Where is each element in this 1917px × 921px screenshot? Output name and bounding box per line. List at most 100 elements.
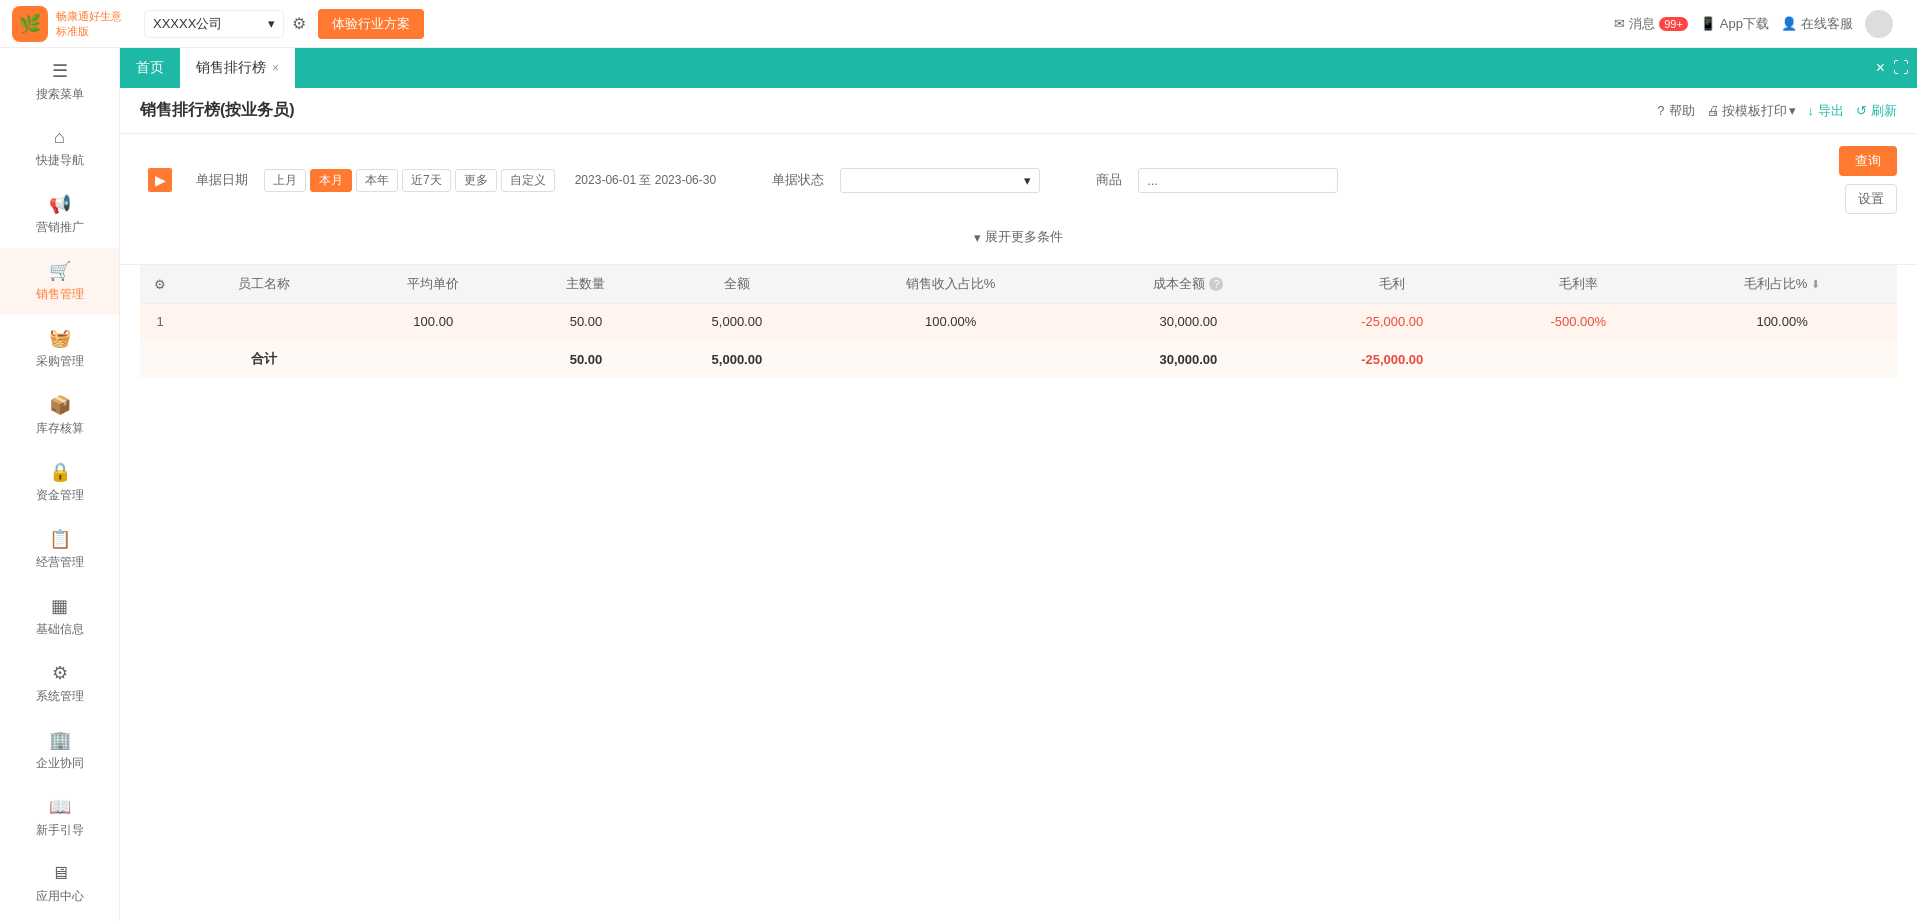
period-current-month[interactable]: 本月 bbox=[310, 169, 352, 192]
message-label: 消息 bbox=[1629, 15, 1655, 33]
template-print-label: 按模板打印 bbox=[1722, 102, 1787, 120]
row-avg-price: 100.00 bbox=[349, 304, 518, 340]
export-btn[interactable]: ↓ 导出 bbox=[1808, 102, 1845, 120]
message-btn[interactable]: ✉ 消息 99+ bbox=[1614, 15, 1688, 33]
goods-select[interactable]: ... bbox=[1138, 168, 1338, 193]
template-print-btn[interactable]: 🖨 按模板打印 ▾ bbox=[1707, 102, 1796, 120]
tab-home[interactable]: 首页 bbox=[120, 48, 180, 88]
sidebar-item-marketing[interactable]: 📢 营销推广 bbox=[0, 181, 119, 248]
row-qty: 50.00 bbox=[518, 304, 655, 340]
sidebar-item-label-system: 系统管理 bbox=[36, 688, 84, 705]
tab-bar: 首页 销售排行榜 × × ⛶ bbox=[120, 48, 1917, 88]
th-cost: 成本全额 ? bbox=[1082, 265, 1296, 304]
period-year[interactable]: 本年 bbox=[356, 169, 398, 192]
sidebar-item-label-sales: 销售管理 bbox=[36, 286, 84, 303]
inventory-icon: 📦 bbox=[49, 394, 71, 416]
logo-section: 🌿 畅康通好生意 标准版 bbox=[12, 6, 132, 42]
row-cost: 30,000.00 bbox=[1082, 304, 1296, 340]
gross-pct-sort-icon[interactable]: ⬇ bbox=[1811, 278, 1820, 291]
sidebar-item-quick-nav[interactable]: ⌂ 快捷导航 bbox=[0, 115, 119, 181]
period-more[interactable]: 更多 bbox=[455, 169, 497, 192]
sidebar-item-label-marketing: 营销推广 bbox=[36, 219, 84, 236]
content-area: 首页 销售排行榜 × × ⛶ 销售排行榜(按业务员) bbox=[120, 48, 1917, 921]
sidebar-item-label-quicknav: 快捷导航 bbox=[36, 152, 84, 169]
sidebar-item-guide[interactable]: 📖 新手引导 bbox=[0, 784, 119, 851]
sidebar-item-search-order[interactable]: ☰ 搜索菜单 bbox=[0, 48, 119, 115]
help-btn[interactable]: ? 帮助 bbox=[1657, 102, 1694, 120]
logo-line2: 标准版 bbox=[56, 24, 122, 38]
sidebar-item-inventory[interactable]: 📦 库存核算 bbox=[0, 382, 119, 449]
industry-btn[interactable]: 体验行业方案 bbox=[318, 9, 424, 39]
goods-placeholder: ... bbox=[1147, 173, 1329, 188]
help-label: 帮助 bbox=[1669, 102, 1695, 120]
status-select[interactable]: ▾ bbox=[840, 168, 1040, 193]
sidebar-item-enterprise[interactable]: 🏢 企业协同 bbox=[0, 717, 119, 784]
filter-row-1: ▶ 单据日期 上月 本月 本年 近7天 更多 自定义 2023-06-01 至 … bbox=[140, 146, 1897, 214]
page-header: 销售排行榜(按业务员) ? 帮助 🖨 按模板打印 ▾ ↓ bbox=[120, 88, 1917, 134]
chevron-down-icon: ▾ bbox=[268, 16, 275, 31]
data-table: ⚙ 员工名称 平均单价 bbox=[140, 265, 1897, 378]
date-period-btns: 上月 本月 本年 近7天 更多 自定义 bbox=[264, 169, 555, 192]
filter-area: ▶ 单据日期 上月 本月 本年 近7天 更多 自定义 2023-06-01 至 … bbox=[120, 134, 1917, 265]
query-btn[interactable]: 查询 bbox=[1839, 146, 1897, 176]
row-gross-pct: 100.00% bbox=[1667, 304, 1897, 340]
setting-btn[interactable]: 设置 bbox=[1845, 184, 1897, 214]
tab-bar-right: × ⛶ bbox=[1876, 59, 1917, 77]
sidebar-item-basics[interactable]: ▦ 基础信息 bbox=[0, 583, 119, 650]
footer-sales-pct bbox=[820, 340, 1082, 379]
goods-label: 商品 bbox=[1096, 171, 1122, 189]
sidebar-item-app-center[interactable]: 🖥 应用中心 bbox=[0, 851, 119, 917]
export-icon: ↓ bbox=[1808, 103, 1815, 118]
period-custom[interactable]: 自定义 bbox=[501, 169, 555, 192]
footer-gross-rate bbox=[1489, 340, 1667, 379]
top-bar: 🌿 畅康通好生意 标准版 XXXXX公司 ▾ ⚙ 体验行业方案 ✉ 消息 99+… bbox=[0, 0, 1917, 48]
th-qty: 主数量 bbox=[518, 265, 655, 304]
sidebar-item-operations[interactable]: 📋 经营管理 bbox=[0, 516, 119, 583]
filter-right-actions: 查询 设置 bbox=[1839, 146, 1897, 214]
period-7days[interactable]: 近7天 bbox=[402, 169, 451, 192]
expand-window-icon[interactable]: ⛶ bbox=[1893, 59, 1909, 77]
system-icon: ⚙ bbox=[52, 662, 68, 684]
expand-arrow-icon[interactable]: ▶ bbox=[148, 168, 172, 192]
avatar[interactable] bbox=[1865, 10, 1893, 38]
th-sales-pct: 销售收入占比% bbox=[820, 265, 1082, 304]
expand-more-filters-btn[interactable]: ▾ 展开更多条件 bbox=[140, 222, 1897, 252]
period-last-month[interactable]: 上月 bbox=[264, 169, 306, 192]
sidebar-item-sales[interactable]: 🛒 销售管理 bbox=[0, 248, 119, 315]
guide-icon: 📖 bbox=[49, 796, 71, 818]
th-gross-pct: 毛利占比% ⬇ bbox=[1667, 265, 1897, 304]
sidebar-item-wechat[interactable]: 💬 企业微信 bbox=[0, 917, 119, 921]
th-employee-name: 员工名称 bbox=[180, 265, 349, 304]
home-icon: ⌂ bbox=[54, 127, 65, 148]
page-content: 销售排行榜(按业务员) ? 帮助 🖨 按模板打印 ▾ ↓ bbox=[120, 88, 1917, 921]
page-actions: ? 帮助 🖨 按模板打印 ▾ ↓ 导出 ↺ bbox=[1657, 102, 1897, 120]
table-area: ⚙ 员工名称 平均单价 bbox=[120, 265, 1917, 921]
row-amount: 5,000.00 bbox=[654, 304, 819, 340]
app-download-btn[interactable]: 📱 App下载 bbox=[1700, 15, 1769, 33]
app-center-icon: 🖥 bbox=[51, 863, 69, 884]
column-settings-icon[interactable]: ⚙ bbox=[154, 277, 166, 292]
sidebar-item-label-enterprise: 企业协同 bbox=[36, 755, 84, 772]
expand-toggle[interactable]: ▶ bbox=[140, 168, 180, 192]
online-service-btn[interactable]: 👤 在线客服 bbox=[1781, 15, 1853, 33]
close-window-icon[interactable]: × bbox=[1876, 59, 1885, 77]
sidebar-item-finance[interactable]: 🔒 资金管理 bbox=[0, 449, 119, 516]
refresh-label: 刷新 bbox=[1871, 102, 1897, 120]
help-icon: ? bbox=[1657, 103, 1664, 118]
cost-info-icon[interactable]: ? bbox=[1209, 277, 1223, 291]
finance-icon: 🔒 bbox=[49, 461, 71, 483]
company-selector[interactable]: XXXXX公司 ▾ bbox=[144, 10, 284, 38]
sidebar-item-system[interactable]: ⚙ 系统管理 bbox=[0, 650, 119, 717]
sidebar-item-purchase[interactable]: 🧺 采购管理 bbox=[0, 315, 119, 382]
settings-icon[interactable]: ⚙ bbox=[292, 14, 306, 33]
sidebar-item-label-inventory: 库存核算 bbox=[36, 420, 84, 437]
refresh-icon: ↺ bbox=[1856, 103, 1867, 118]
tab-close-icon[interactable]: × bbox=[272, 61, 279, 75]
th-settings[interactable]: ⚙ bbox=[140, 265, 180, 304]
footer-label: 合计 bbox=[180, 340, 349, 379]
refresh-btn[interactable]: ↺ 刷新 bbox=[1856, 102, 1897, 120]
tab-sales-rank[interactable]: 销售排行榜 × bbox=[180, 48, 295, 88]
operations-icon: 📋 bbox=[49, 528, 71, 550]
company-name: XXXXX公司 bbox=[153, 15, 262, 33]
footer-avg-price bbox=[349, 340, 518, 379]
